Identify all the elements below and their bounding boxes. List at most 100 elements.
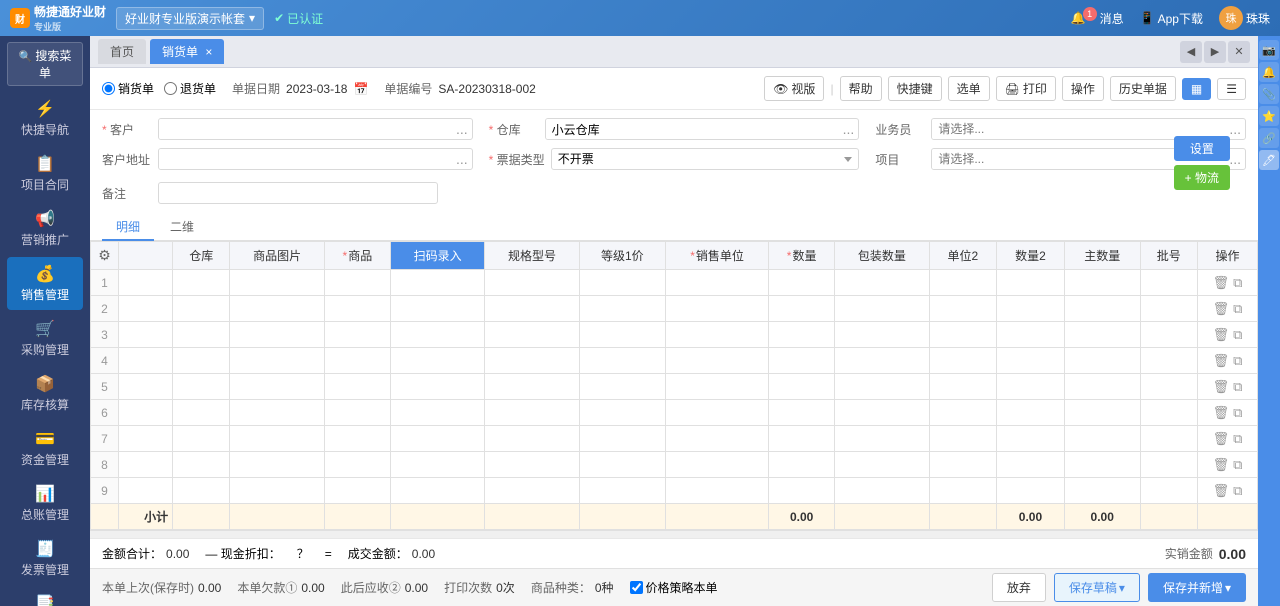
abandon-btn[interactable]: 放弃	[992, 573, 1046, 602]
row-delete-icon[interactable]: 🗑	[1213, 431, 1230, 447]
ops-btn[interactable]: 操作	[1062, 76, 1104, 101]
th-unit-price[interactable]: 等级1价	[579, 242, 665, 270]
company-selector[interactable]: 好业财专业版演示帐套 ▾	[116, 7, 264, 30]
sidebar-item-accounting[interactable]: 📊 总账管理	[7, 477, 83, 530]
search-menu-btn[interactable]: 🔍 搜索菜单	[7, 42, 83, 86]
th-batch[interactable]: 批号	[1140, 242, 1197, 270]
select-btn[interactable]: 选单	[948, 76, 990, 101]
customer-input[interactable]	[159, 119, 452, 139]
row-copy-icon[interactable]: ⧉	[1233, 483, 1242, 499]
question-icon[interactable]: ？	[297, 545, 309, 562]
shortcut-btn[interactable]: 快捷键	[888, 76, 942, 101]
salesman-dots-btn[interactable]: ...	[1225, 121, 1245, 137]
sidebar-item-quick-nav[interactable]: ⚡ 快捷导航	[7, 92, 83, 145]
row-delete-icon[interactable]: 🗑	[1213, 327, 1230, 343]
th-sales-unit[interactable]: *销售单位	[665, 242, 768, 270]
row-delete-icon[interactable]: 🗑	[1213, 405, 1230, 421]
th-warehouse[interactable]: 仓库	[173, 242, 230, 270]
right-panel-link-icon[interactable]: 🔗	[1259, 128, 1279, 148]
address-input[interactable]	[159, 149, 452, 169]
form-header: 销货单 退货单 单据日期 2023-03-18 📅 单据编号 SA-202303…	[90, 68, 1258, 110]
return-radio[interactable]: 退货单	[164, 80, 216, 97]
row-copy-icon[interactable]: ⧉	[1233, 457, 1242, 473]
sidebar-item-finance[interactable]: 💳 资金管理	[7, 422, 83, 475]
th-qty2[interactable]: 数量2	[997, 242, 1065, 270]
warehouse-dots-btn[interactable]: ...	[839, 121, 859, 137]
row-copy-icon[interactable]: ⧉	[1233, 431, 1242, 447]
sidebar-item-inventory[interactable]: 📦 库存核算	[7, 367, 83, 420]
th-unit2[interactable]: 单位2	[929, 242, 997, 270]
tab-next-btn[interactable]: ▶	[1204, 41, 1226, 63]
footer-actions: 放弃 保存草稿 ▾ 保存并新增 ▾	[992, 573, 1246, 602]
help-btn[interactable]: 帮助	[840, 76, 882, 101]
row-copy-icon[interactable]: ⧉	[1233, 327, 1242, 343]
setup-btn[interactable]: 设置	[1174, 136, 1230, 161]
customer-dots-btn[interactable]: ...	[452, 121, 472, 137]
notification-btn[interactable]: 🔔 1 消息	[1071, 10, 1124, 27]
user-menu[interactable]: 珠 珠珠	[1219, 6, 1270, 30]
th-quantity[interactable]: *数量	[769, 242, 835, 270]
tab-sales-order[interactable]: 销货单 ×	[150, 39, 224, 64]
address-dots-btn[interactable]: ...	[452, 151, 472, 167]
remark-input[interactable]	[158, 182, 438, 204]
th-scan-input[interactable]: 扫码录入	[390, 242, 484, 270]
th-pack-qty[interactable]: 包装数量	[835, 242, 929, 270]
save-draft-chevron-icon: ▾	[1119, 581, 1125, 595]
scroll-bar[interactable]	[90, 530, 1258, 538]
sale-radio[interactable]: 销货单	[102, 80, 154, 97]
tab-close-all-btn[interactable]: ✕	[1228, 41, 1250, 63]
history-btn[interactable]: 历史单据	[1110, 76, 1176, 101]
tab-prev-btn[interactable]: ◀	[1180, 41, 1202, 63]
warehouse-input[interactable]	[546, 119, 839, 139]
th-main-qty[interactable]: 主数量	[1064, 242, 1140, 270]
row-copy-icon[interactable]: ⧉	[1233, 275, 1242, 291]
save-draft-btn[interactable]: 保存草稿 ▾	[1054, 573, 1140, 602]
customer-input-wrap: ...	[158, 118, 473, 140]
row-delete-icon[interactable]: 🗑	[1213, 379, 1230, 395]
invoice-type-field: 票据类型 不开票 增值税普通发票 增值税专用发票	[489, 148, 860, 170]
grid-view-btn[interactable]: ▦	[1182, 78, 1211, 100]
row-delete-icon[interactable]: 🗑	[1213, 301, 1230, 317]
tab-2d[interactable]: 二维	[156, 214, 208, 241]
row-delete-icon[interactable]: 🗑	[1213, 353, 1230, 369]
sidebar-item-marketing[interactable]: 📢 营销推广	[7, 202, 83, 255]
row-copy-icon[interactable]: ⧉	[1233, 379, 1242, 395]
calendar-icon[interactable]: 📅	[353, 82, 368, 96]
right-panel-camera-icon[interactable]: 📷	[1259, 40, 1279, 60]
view-btn[interactable]: 👁视版	[764, 76, 824, 101]
right-panel-star-icon[interactable]: ⭐	[1259, 106, 1279, 126]
sidebar-item-invoice[interactable]: 🧾 发票管理	[7, 532, 83, 585]
right-panel-bell-icon[interactable]: 🔔	[1259, 62, 1279, 82]
table-tabs: 明细 二维	[90, 208, 1258, 241]
row-delete-icon[interactable]: 🗑	[1213, 275, 1230, 291]
print-btn[interactable]: 🖨打印	[996, 76, 1056, 101]
price-strategy-checkbox[interactable]: 价格策略本单	[630, 579, 718, 596]
row-delete-icon[interactable]: 🗑	[1213, 457, 1230, 473]
sidebar-item-tax[interactable]: 📑 税务管理	[7, 587, 83, 606]
table-row: 9 🗑⧉	[91, 478, 1258, 504]
right-panel-edit-icon[interactable]: 🖊	[1259, 150, 1279, 170]
row-delete-icon[interactable]: 🗑	[1213, 483, 1230, 499]
tab-detail[interactable]: 明细	[102, 214, 154, 241]
row-copy-icon[interactable]: ⧉	[1233, 301, 1242, 317]
sidebar-item-sales[interactable]: 💰 销售管理	[7, 257, 83, 310]
th-spec[interactable]: 规格型号	[485, 242, 579, 270]
th-settings[interactable]: ⚙	[91, 242, 119, 270]
row-copy-icon[interactable]: ⧉	[1233, 353, 1242, 369]
row-copy-icon[interactable]: ⧉	[1233, 405, 1242, 421]
tab-close-btn[interactable]: ×	[205, 45, 212, 59]
sidebar-item-project[interactable]: 📋 项目合同	[7, 147, 83, 200]
list-view-btn[interactable]: ☰	[1217, 78, 1246, 100]
settings-icon[interactable]: ⚙	[98, 247, 111, 263]
save-new-btn[interactable]: 保存并新增 ▾	[1148, 573, 1246, 602]
material-btn[interactable]: + 物流	[1174, 165, 1230, 190]
invoice-type-select[interactable]: 不开票 增值税普通发票 增值税专用发票	[551, 148, 860, 170]
th-product-img[interactable]: 商品图片	[230, 242, 324, 270]
tab-home[interactable]: 首页	[98, 39, 146, 64]
equals-sign: =	[325, 547, 332, 561]
right-panel-attach-icon[interactable]: 📎	[1259, 84, 1279, 104]
app-download-btn[interactable]: 📱 App下载	[1140, 10, 1203, 27]
th-product[interactable]: *商品	[324, 242, 390, 270]
sidebar: 🔍 搜索菜单 ⚡ 快捷导航 📋 项目合同 📢 营销推广 💰 销售管理 🛒 采购管…	[0, 36, 90, 606]
sidebar-item-purchase[interactable]: 🛒 采购管理	[7, 312, 83, 365]
